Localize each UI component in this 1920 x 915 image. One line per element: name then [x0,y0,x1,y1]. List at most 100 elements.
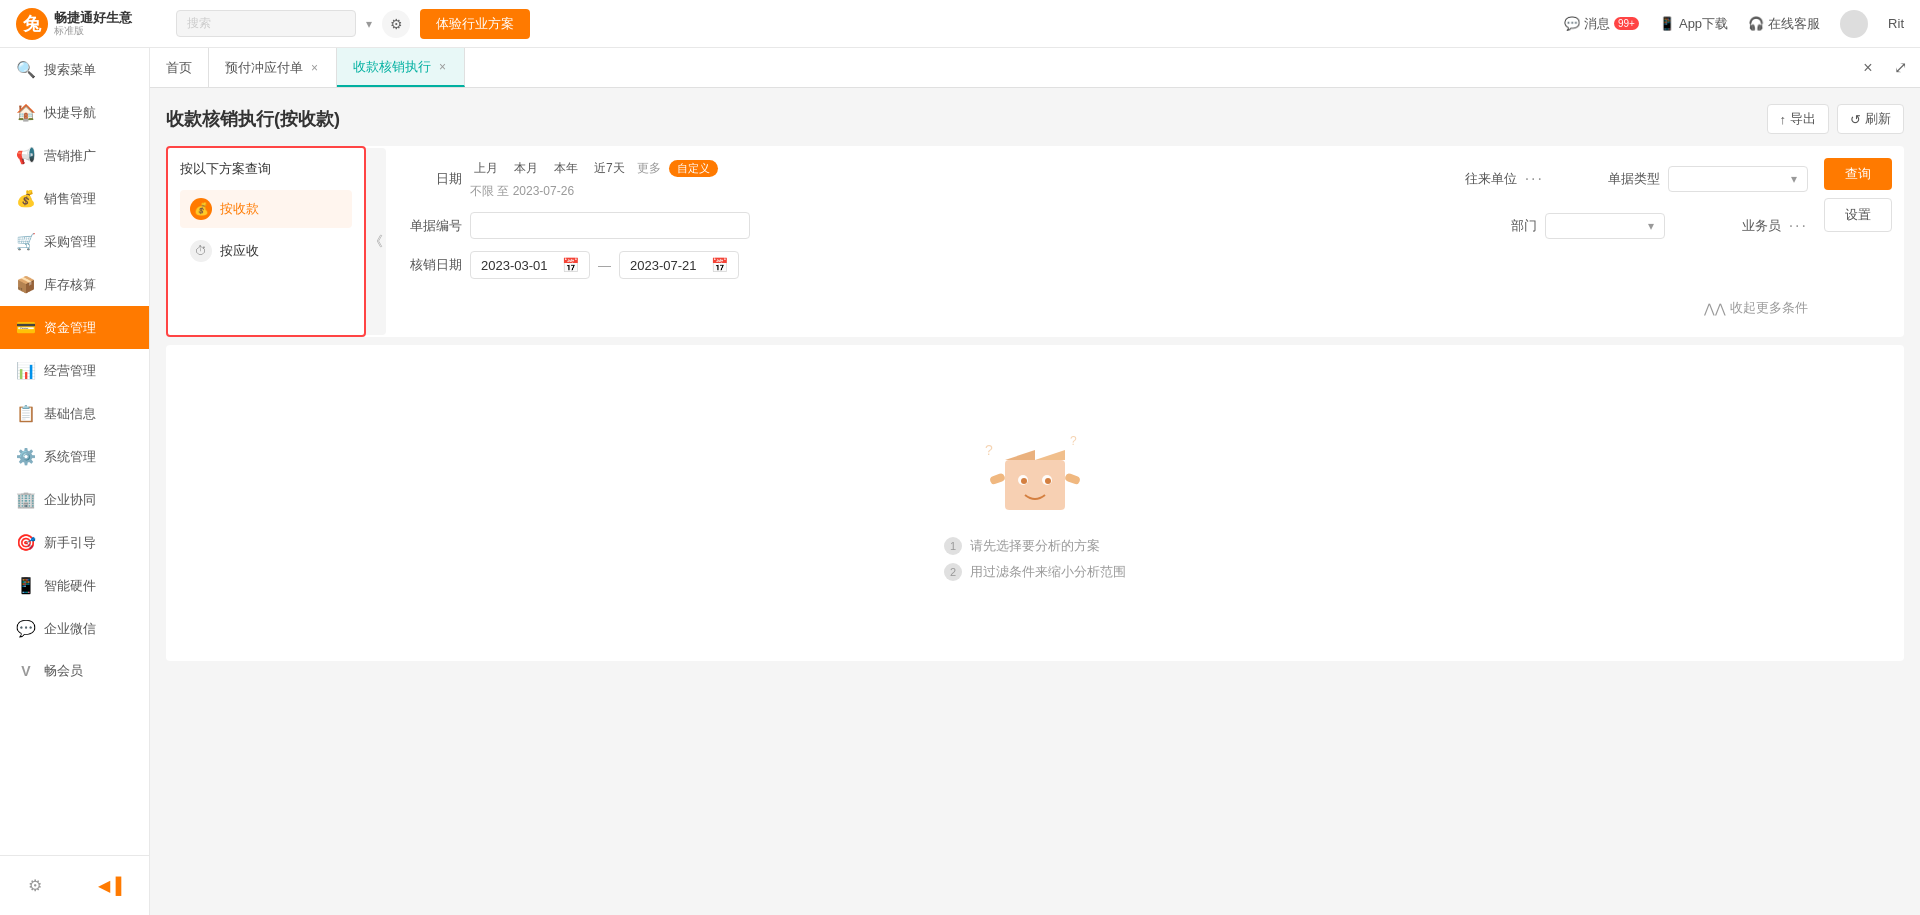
sidebar-item-purchase[interactable]: 🛒 采购管理 [0,220,149,263]
sidebar-item-operation-label: 经营管理 [44,362,96,380]
search-dropdown-arrow[interactable]: ▾ [366,17,372,31]
svg-text:?: ? [1070,434,1077,448]
doc-type-label: 单据类型 [1600,170,1660,188]
filter-row-1: 日期 上月 本月 本年 近7天 更多 自定义 不限 至 [402,158,1808,200]
online-service-button[interactable]: 🎧 在线客服 [1748,15,1820,33]
query-button[interactable]: 查询 [1824,158,1892,190]
sidebar-item-funds-label: 资金管理 [44,319,96,337]
avatar [1840,10,1868,38]
tab-prepay-close[interactable]: × [309,59,320,77]
sidebar-item-enterprise[interactable]: 🏢 企业协同 [0,478,149,521]
message-icon: 💬 [1564,16,1580,31]
sidebar-item-hardware[interactable]: 📱 智能硬件 [0,564,149,607]
gear-button[interactable]: ⚙ [382,10,410,38]
date-custom-tag[interactable]: 自定义 [669,160,718,177]
export-button[interactable]: ↑ 导出 [1767,104,1830,134]
main-content: 首页 预付冲应付单 × 收款核销执行 × × ⤢ 收款核销执行(按收款) [150,48,1920,915]
verify-date-start-input[interactable]: 2023-03-01 📅 [470,251,590,279]
maximize-button[interactable]: ⤢ [1888,56,1912,80]
dept-select[interactable]: ▾ [1545,213,1665,239]
sales-icon: 💰 [16,189,36,208]
main-layout: 🔍 搜索菜单 🏠 快捷导航 📢 营销推广 💰 销售管理 🛒 采购管理 📦 库存核… [0,48,1920,915]
doc-number-input[interactable] [470,212,750,239]
sidebar-item-operation[interactable]: 📊 经营管理 [0,349,149,392]
tab-collection[interactable]: 收款核销执行 × [337,48,465,87]
date-tab-last-month[interactable]: 上月 [470,158,502,179]
collapse-more-button[interactable]: ⋀⋀ 收起更多条件 [402,291,1808,325]
sidebar-item-search[interactable]: 🔍 搜索菜单 [0,48,149,91]
empty-step-2: 2 用过滤条件来缩小分析范围 [944,563,1126,581]
tab-bar: 首页 预付冲应付单 × 收款核销执行 × × ⤢ [150,48,1920,88]
close-tab-button[interactable]: × [1856,56,1880,80]
doc-number-field: 单据编号 [402,212,750,239]
doc-type-select[interactable]: ▾ [1668,166,1808,192]
page-content-area: 收款核销执行(按收款) ↑ 导出 ↺ 刷新 按以下方案查询 [150,88,1920,915]
sidebar-item-funds[interactable]: 💳 资金管理 [0,306,149,349]
tab-collection-label: 收款核销执行 [353,58,431,76]
refresh-label: 刷新 [1865,110,1891,128]
dept-field: 部门 ▾ [1477,213,1665,239]
system-icon: ⚙️ [16,447,36,466]
app-download-button[interactable]: 📱 App下载 [1659,15,1728,33]
verify-date-end-value: 2023-07-21 [630,258,697,273]
sidebar-item-basic[interactable]: 📋 基础信息 [0,392,149,435]
refresh-icon: ↺ [1850,112,1861,127]
chevron-up-icon: ⋀⋀ [1704,301,1726,316]
settings-filter-button[interactable]: 设置 [1824,198,1892,232]
sidebar-item-member[interactable]: V 畅会员 [0,650,149,692]
sidebar-item-beginner-label: 新手引导 [44,534,96,552]
sidebar-item-shortcuts[interactable]: 🏠 快捷导航 [0,91,149,134]
results-container: ? ? 1 请先选择要分析的方案 2 用过滤条件来缩小分析范围 [166,345,1904,661]
message-button[interactable]: 💬 消息 99+ [1564,15,1639,33]
doc-number-label: 单据编号 [402,217,462,235]
marketing-icon: 📢 [16,146,36,165]
collapse-button[interactable]: ◀▐ [90,868,129,903]
industry-solution-button[interactable]: 体验行业方案 [420,9,530,39]
message-label: 消息 [1584,15,1610,33]
sidebar-item-wechat[interactable]: 💬 企业微信 [0,607,149,650]
sidebar-item-basic-label: 基础信息 [44,405,96,423]
staff-ellipsis[interactable]: ··· [1789,217,1808,235]
home-icon: 🏠 [16,103,36,122]
tab-prepay[interactable]: 预付冲应付单 × [209,48,337,87]
svg-point-5 [1021,478,1027,484]
search-icon: 🔍 [16,60,36,79]
filter-option-by-receivable[interactable]: ⏱ 按应收 [180,232,352,270]
sidebar-bottom: ⚙ ◀▐ [0,855,149,915]
sidebar-item-inventory[interactable]: 📦 库存核算 [0,263,149,306]
funds-icon: 💳 [16,318,36,337]
filter-main: 日期 上月 本月 本年 近7天 更多 自定义 不限 至 [386,146,1824,337]
sidebar-item-sales[interactable]: 💰 销售管理 [0,177,149,220]
tab-home[interactable]: 首页 [150,48,209,87]
date-tab-this-year[interactable]: 本年 [550,158,582,179]
partner-label: 往来单位 [1457,170,1517,188]
app-title: 畅捷通好生意 [54,10,132,26]
export-icon: ↑ [1780,112,1787,127]
partner-ellipsis[interactable]: ··· [1525,170,1544,188]
inventory-icon: 📦 [16,275,36,294]
refresh-button[interactable]: ↺ 刷新 [1837,104,1904,134]
sidebar-item-enterprise-label: 企业协同 [44,491,96,509]
date-tab-this-month[interactable]: 本月 [510,158,542,179]
settings-button[interactable]: ⚙ [20,868,50,903]
date-label: 日期 [402,170,462,188]
sidebar-item-beginner[interactable]: 🎯 新手引导 [0,521,149,564]
verify-date-range: 2023-03-01 📅 — 2023-07-21 📅 [470,251,739,279]
date-tab-7days[interactable]: 近7天 [590,158,629,179]
app-logo: 兔 畅捷通好生意 标准版 [16,8,166,40]
sidebar-item-marketing[interactable]: 📢 营销推广 [0,134,149,177]
svg-text:?: ? [985,442,993,458]
beginner-icon: 🎯 [16,533,36,552]
doc-type-dropdown-icon: ▾ [1791,172,1797,186]
sidebar-item-marketing-label: 营销推广 [44,147,96,165]
filter-collapse-button[interactable]: 《 [366,148,386,335]
tab-collection-close[interactable]: × [437,58,448,76]
page-actions: ↑ 导出 ↺ 刷新 [1767,104,1905,134]
filter-option-by-collection[interactable]: 💰 按收款 [180,190,352,228]
search-placeholder-text: 搜索 [187,16,211,30]
app-subtitle: 标准版 [54,25,132,37]
empty-state: ? ? 1 请先选择要分析的方案 2 用过滤条件来缩小分析范围 [166,365,1904,641]
date-tab-more[interactable]: 更多 [637,160,661,177]
sidebar-item-system[interactable]: ⚙️ 系统管理 [0,435,149,478]
verify-date-end-input[interactable]: 2023-07-21 📅 [619,251,739,279]
